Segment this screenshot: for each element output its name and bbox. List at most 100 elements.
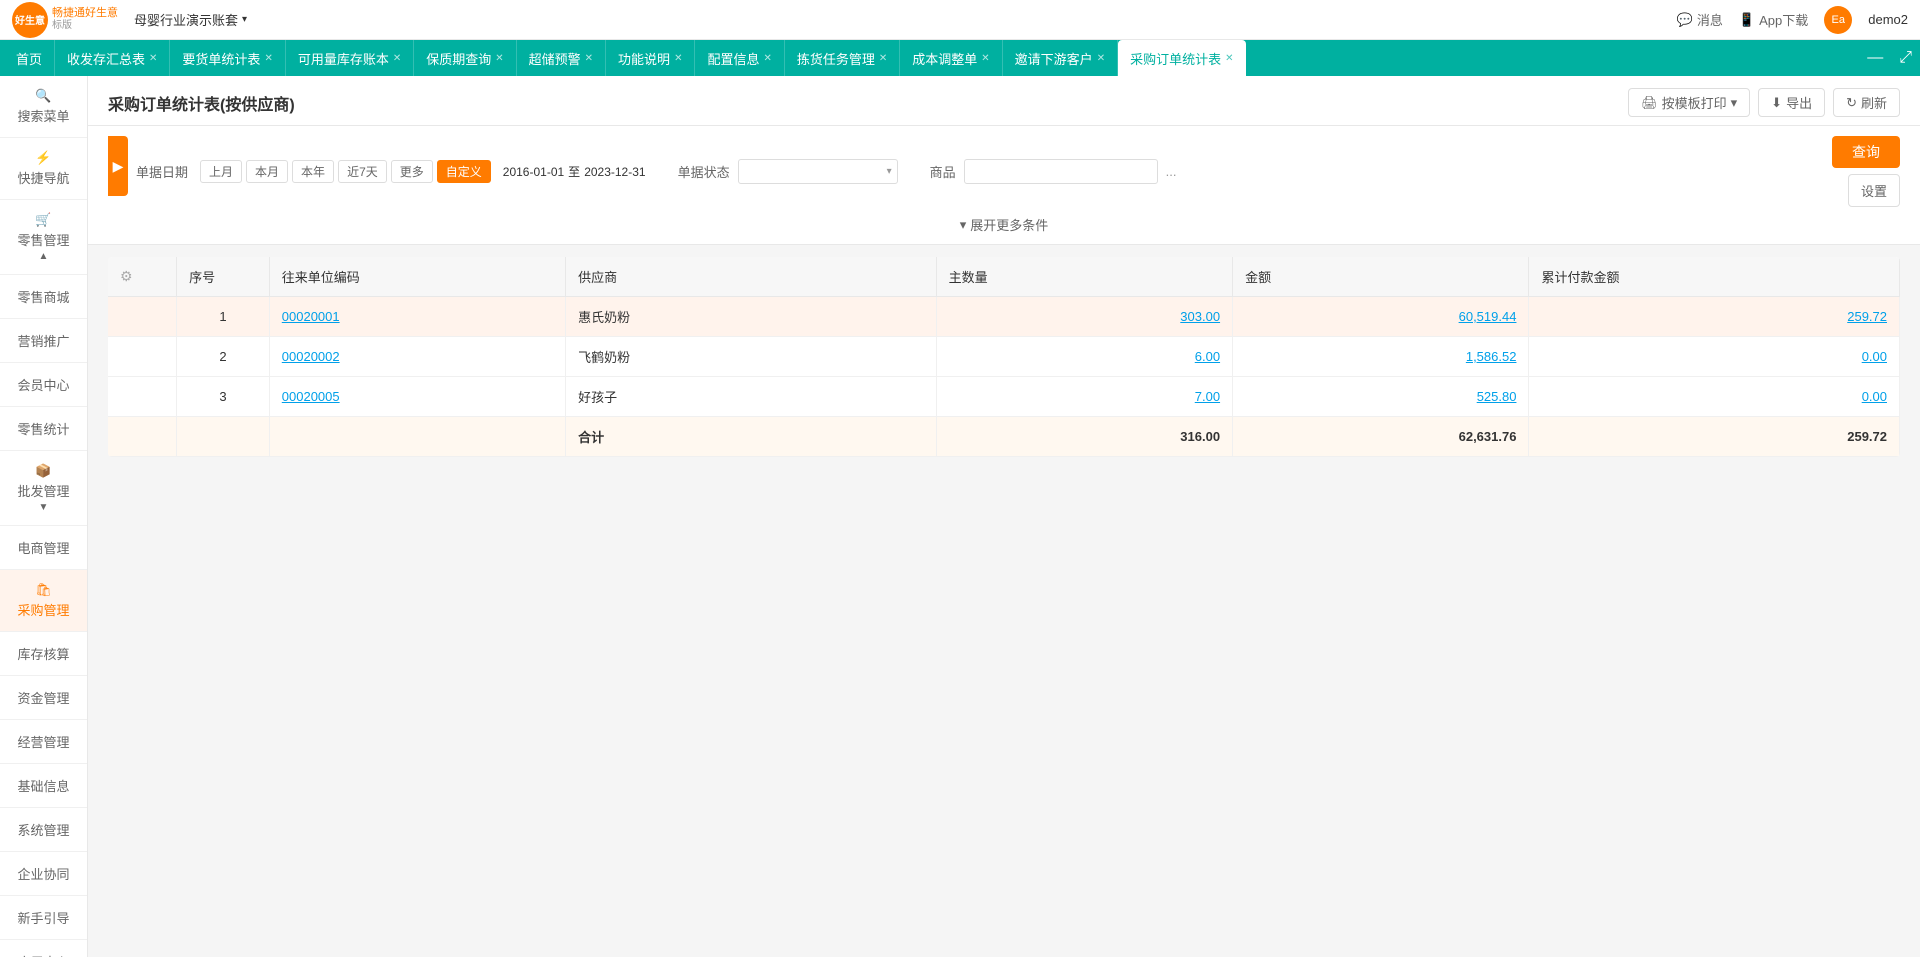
tab-baoyuanq-close-icon[interactable]: ✕ <box>495 53 503 64</box>
settings-button[interactable]: 设置 <box>1848 174 1900 207</box>
row-amount-link[interactable]: 1,586.52 <box>1466 349 1517 364</box>
date-btn-last-month[interactable]: 上月 <box>200 160 242 183</box>
sidebar-appstore-label: 应用中心 <box>17 952 69 957</box>
tab-peizhixinxi-label: 配置信息 <box>707 49 759 68</box>
sidebar-item-purchase[interactable]: 🛍 采购管理 <box>0 570 87 632</box>
row-qty-link[interactable]: 7.00 <box>1195 389 1220 404</box>
sidebar-item-marketing[interactable]: 营销推广 <box>0 319 87 363</box>
sidebar-item-appstore[interactable]: 应用中心 <box>0 940 87 957</box>
table-row[interactable]: 3 00020005 好孩子 7.00 525.80 0.00 <box>108 377 1900 417</box>
tab-chaochuguyujing-close-icon[interactable]: ✕ <box>585 53 593 64</box>
export-button[interactable]: ⬇ 导出 <box>1758 88 1825 117</box>
date-btn-this-month[interactable]: 本月 <box>246 160 288 183</box>
row-code: 00020005 <box>269 377 565 417</box>
row-paid-link[interactable]: 0.00 <box>1862 389 1887 404</box>
tab-gongneng[interactable]: 功能说明 ✕ <box>606 40 695 76</box>
date-btn-more[interactable]: 更多 <box>391 160 433 183</box>
app-download-btn[interactable]: 📱 App下载 <box>1739 10 1808 29</box>
row-qty-link[interactable]: 303.00 <box>1180 309 1220 324</box>
tab-yaohuo[interactable]: 要货单统计表 ✕ <box>170 40 285 76</box>
wholesale-expand-icon: ▼ <box>39 502 49 513</box>
row-qty-link[interactable]: 6.00 <box>1195 349 1220 364</box>
table-row[interactable]: 1 00020001 惠氏奶粉 303.00 60,519.44 259.72 <box>108 297 1900 337</box>
avatar[interactable]: Ea <box>1824 6 1852 34</box>
row-no: 3 <box>177 377 270 417</box>
expand-more-btn[interactable]: ▾ 展开更多条件 <box>960 215 1049 234</box>
date-btn-7days[interactable]: 近7天 <box>338 160 387 183</box>
sidebar-item-ecommerce[interactable]: 电商管理 <box>0 526 87 570</box>
tab-chenbentiaozhen[interactable]: 成本调整单 ✕ <box>900 40 1002 76</box>
tab-baoyuanq[interactable]: 保质期查询 ✕ <box>414 40 516 76</box>
nav-tabs: 首页 收发存汇总表 ✕ 要货单统计表 ✕ 可用量库存账本 ✕ 保质期查询 ✕ 超… <box>0 40 1920 76</box>
tab-kucun[interactable]: 可用量库存账本 ✕ <box>286 40 414 76</box>
print-button[interactable]: 🖨 按模板打印 ▾ <box>1628 88 1750 117</box>
tab-tuohuorenwu-label: 拣货任务管理 <box>797 49 875 68</box>
row-paid-link[interactable]: 259.72 <box>1847 309 1887 324</box>
tab-chenbentiaozhen-label: 成本调整单 <box>912 49 977 68</box>
sidebar-item-wholesale[interactable]: 📦 批发管理 ▼ <box>0 451 87 526</box>
sidebar-quicknav-label: 快捷导航 <box>17 168 69 187</box>
tab-yaoqingxiayouke-close-icon[interactable]: ✕ <box>1097 53 1105 64</box>
row-code-link[interactable]: 00020001 <box>282 309 340 324</box>
tab-chaochuguyujing[interactable]: 超储预警 ✕ <box>517 40 606 76</box>
tab-caigoudindan[interactable]: 采购订单统计表 ✕ <box>1118 40 1246 76</box>
row-code-link[interactable]: 00020002 <box>282 349 340 364</box>
tab-gongneng-close-icon[interactable]: ✕ <box>674 53 682 64</box>
sidebar-item-inventory[interactable]: 库存核算 <box>0 632 87 676</box>
status-select[interactable] <box>738 159 898 184</box>
sidebar-finance-label: 资金管理 <box>17 688 69 707</box>
more-filter-icon[interactable]: ... <box>1166 164 1177 179</box>
row-amount-link[interactable]: 60,519.44 <box>1459 309 1517 324</box>
settings-icon[interactable]: ⚙ <box>120 268 133 284</box>
sidebar-system-label: 系统管理 <box>17 820 69 839</box>
sidebar-inventory-label: 库存核算 <box>17 644 69 663</box>
sidebar-item-search[interactable]: 🔍 搜索菜单 <box>0 76 87 138</box>
tab-tuohuorenwu[interactable]: 拣货任务管理 ✕ <box>785 40 900 76</box>
sidebar-item-newguide[interactable]: 新手引导 <box>0 896 87 940</box>
refresh-button[interactable]: ↻ 刷新 <box>1833 88 1900 117</box>
tab-shoufazone-close-icon[interactable]: ✕ <box>149 53 157 64</box>
tab-yaohuo-close-icon[interactable]: ✕ <box>264 53 272 64</box>
row-paid-link[interactable]: 0.00 <box>1862 349 1887 364</box>
sidebar-item-retail[interactable]: 🛒 零售管理 ▲ <box>0 200 87 275</box>
date-range-separator: 至 <box>568 163 580 180</box>
goods-input[interactable] <box>964 159 1158 184</box>
date-range: 2016-01-01 至 2023-12-31 <box>503 163 646 180</box>
tab-shoufazone[interactable]: 收发存汇总表 ✕ <box>55 40 170 76</box>
tab-peizhixinxi-close-icon[interactable]: ✕ <box>763 53 771 64</box>
row-paid: 0.00 <box>1529 377 1900 417</box>
sidebar-item-finance[interactable]: 资金管理 <box>0 676 87 720</box>
filter-collapse-btn[interactable]: ▶ <box>108 136 128 196</box>
sidebar-item-retail-shop[interactable]: 零售商城 <box>0 275 87 319</box>
message-btn[interactable]: 💬 消息 <box>1677 10 1723 29</box>
tab-kucun-close-icon[interactable]: ✕ <box>393 53 401 64</box>
tab-yaoqingxiayouke[interactable]: 邀请下游客户 ✕ <box>1003 40 1118 76</box>
sidebar-item-quicknav[interactable]: ⚡ 快捷导航 <box>0 138 87 200</box>
query-button[interactable]: 查询 <box>1832 136 1900 168</box>
sidebar-item-retail-stats[interactable]: 零售统计 <box>0 407 87 451</box>
date-from: 2016-01-01 <box>503 165 564 179</box>
tab-caigoudindan-close-icon[interactable]: ✕ <box>1225 53 1233 64</box>
date-btn-custom[interactable]: 自定义 <box>437 160 491 183</box>
sidebar-item-operations[interactable]: 经营管理 <box>0 720 87 764</box>
sidebar-item-system[interactable]: 系统管理 <box>0 808 87 852</box>
sidebar-item-basic[interactable]: 基础信息 <box>0 764 87 808</box>
sidebar-retail-shop-label: 零售商城 <box>17 287 69 306</box>
tab-kucun-label: 可用量库存账本 <box>298 49 389 68</box>
maximize-icon[interactable]: ⤢ <box>1895 45 1916 71</box>
tab-tuohuorenwu-close-icon[interactable]: ✕ <box>879 53 887 64</box>
tab-chenbentiaozhen-close-icon[interactable]: ✕ <box>981 53 989 64</box>
row-code-link[interactable]: 00020005 <box>282 389 340 404</box>
minimize-icon[interactable]: — <box>1863 45 1887 71</box>
tab-peizhixinxi[interactable]: 配置信息 ✕ <box>695 40 784 76</box>
row-amount-link[interactable]: 525.80 <box>1477 389 1517 404</box>
sidebar-item-enterprise[interactable]: 企业协同 <box>0 852 87 896</box>
sidebar-item-members[interactable]: 会员中心 <box>0 363 87 407</box>
logo-icon: 好生意 <box>12 2 48 38</box>
logo-icon-text: 好生意 <box>15 12 45 27</box>
table-row[interactable]: 2 00020002 飞鹤奶粉 6.00 1,586.52 0.00 <box>108 337 1900 377</box>
col-header-settings[interactable]: ⚙ <box>108 257 177 297</box>
date-btn-this-year[interactable]: 本年 <box>292 160 334 183</box>
workspace-selector[interactable]: 母婴行业演示账套 ▾ <box>134 10 1661 29</box>
tab-home[interactable]: 首页 <box>4 40 55 76</box>
